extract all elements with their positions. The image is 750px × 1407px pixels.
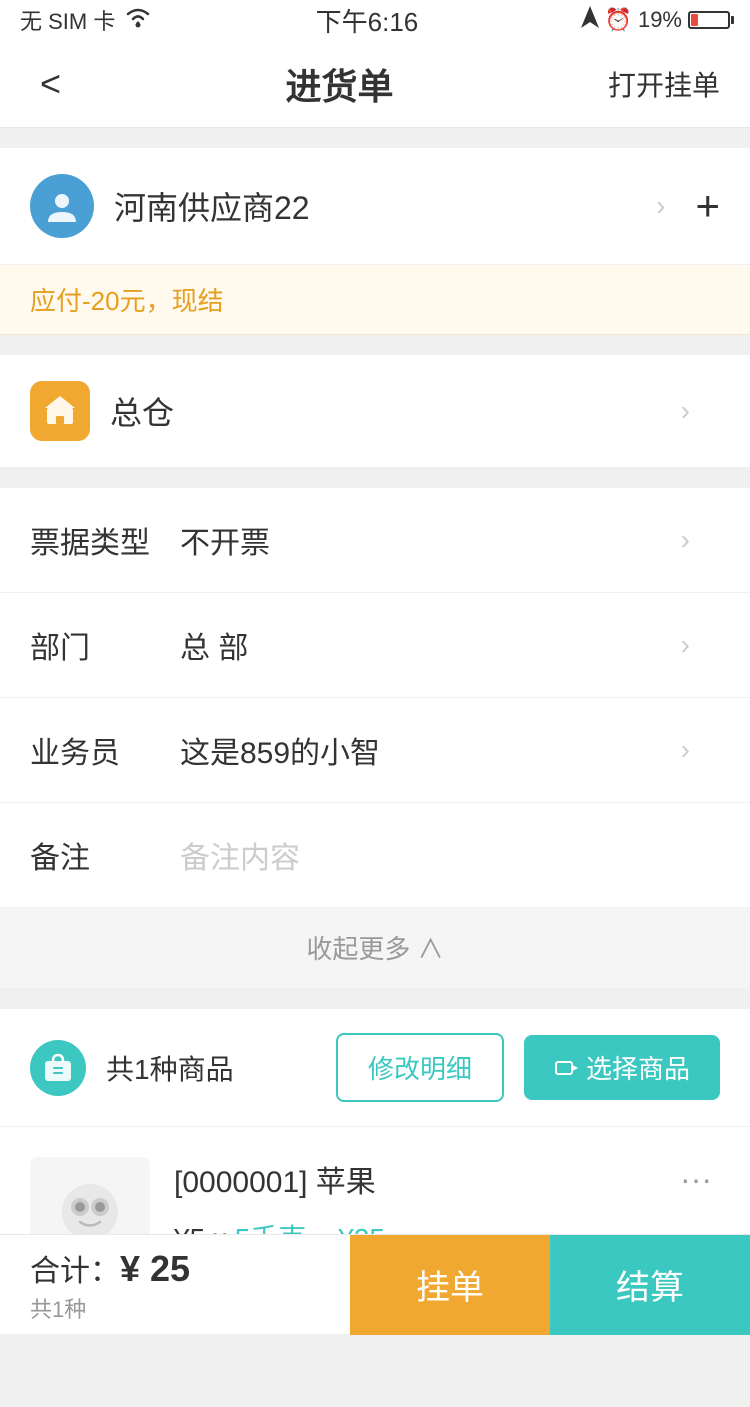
warehouse-icon bbox=[30, 381, 90, 441]
invoice-chevron-icon: › bbox=[681, 524, 690, 556]
bottom-bar: 合计：¥ 25 共1种 挂单 结算 bbox=[0, 1234, 750, 1334]
products-header: 共1种商品 修改明细 选择商品 bbox=[0, 1008, 750, 1126]
invoice-row[interactable]: 票据类型 不开票 › bbox=[0, 487, 750, 592]
salesman-chevron-icon: › bbox=[681, 734, 690, 766]
edit-detail-button[interactable]: 修改明细 bbox=[336, 1033, 504, 1102]
form-section: 票据类型 不开票 › 部门 总 部 › 业务员 这是859的小智 › 备注 备注… bbox=[0, 487, 750, 907]
warehouse-chevron-icon: › bbox=[681, 395, 690, 427]
products-icon bbox=[30, 1040, 86, 1096]
status-right: ⏰ 19% bbox=[581, 6, 730, 34]
section-divider-1 bbox=[0, 128, 750, 148]
supplier-chevron-icon: › bbox=[656, 190, 665, 222]
product-name: [0000001] 苹果 bbox=[174, 1157, 648, 1201]
warehouse-row[interactable]: 总仓 › bbox=[0, 355, 750, 467]
product-id: [0000001] bbox=[174, 1166, 316, 1199]
department-chevron-icon: › bbox=[681, 629, 690, 661]
section-divider-4 bbox=[0, 988, 750, 1008]
hang-button[interactable]: 挂单 bbox=[350, 1235, 550, 1335]
invoice-value: 不开票 bbox=[180, 518, 681, 562]
checkout-button[interactable]: 结算 bbox=[550, 1235, 750, 1335]
supplier-section: 河南供应商22 › + 应付-20元，现结 bbox=[0, 148, 750, 335]
add-button[interactable]: + bbox=[695, 185, 720, 227]
status-carrier: 无 SIM 卡 bbox=[20, 4, 153, 36]
supplier-row[interactable]: 河南供应商22 › + bbox=[0, 148, 750, 265]
carrier-text: 无 SIM 卡 bbox=[20, 4, 115, 36]
collapse-label: 收起更多 ∧ bbox=[306, 929, 443, 966]
product-title: 苹果 bbox=[316, 1166, 376, 1199]
status-time: 下午6:16 bbox=[316, 2, 419, 39]
salesman-label: 业务员 bbox=[30, 728, 180, 772]
total-label: 合计： bbox=[30, 1255, 120, 1288]
back-button[interactable]: < bbox=[30, 53, 71, 115]
page-title: 进货单 bbox=[286, 58, 394, 110]
alert-banner: 应付-20元，现结 bbox=[0, 265, 750, 335]
section-divider-3 bbox=[0, 467, 750, 487]
collapse-row[interactable]: 收起更多 ∧ bbox=[0, 907, 750, 988]
total-main: 合计：¥ 25 bbox=[30, 1246, 320, 1290]
warehouse-section: 总仓 › bbox=[0, 355, 750, 467]
remark-label: 备注 bbox=[30, 833, 180, 877]
more-options-button[interactable]: ··· bbox=[672, 1157, 720, 1202]
alarm-icon: ⏰ bbox=[605, 7, 632, 33]
total-amount: ¥ 25 bbox=[120, 1248, 190, 1289]
product-count: 共1种商品 bbox=[106, 1048, 316, 1088]
supplier-avatar bbox=[30, 174, 94, 238]
total-info: 合计：¥ 25 共1种 bbox=[0, 1246, 350, 1324]
location-icon bbox=[581, 6, 599, 34]
salesman-value: 这是859的小智 bbox=[180, 728, 681, 772]
department-value: 总 部 bbox=[180, 623, 681, 667]
select-product-button[interactable]: 选择商品 bbox=[524, 1035, 720, 1100]
supplier-name: 河南供应商22 bbox=[114, 183, 656, 229]
wifi-icon bbox=[123, 6, 153, 34]
section-divider-2 bbox=[0, 335, 750, 355]
salesman-row[interactable]: 业务员 这是859的小智 › bbox=[0, 697, 750, 802]
department-row[interactable]: 部门 总 部 › bbox=[0, 592, 750, 697]
nav-bar: < 进货单 打开挂单 bbox=[0, 40, 750, 128]
select-product-icon bbox=[554, 1056, 578, 1080]
remark-input[interactable]: 备注内容 bbox=[180, 833, 720, 877]
remark-row[interactable]: 备注 备注内容 bbox=[0, 802, 750, 907]
battery-icon bbox=[688, 11, 730, 29]
open-hang-button[interactable]: 打开挂单 bbox=[608, 64, 720, 104]
battery-percent: 19% bbox=[638, 7, 682, 33]
invoice-label: 票据类型 bbox=[30, 518, 180, 562]
status-bar: 无 SIM 卡 下午6:16 ⏰ 19% bbox=[0, 0, 750, 40]
total-sub: 共1种 bbox=[30, 1292, 320, 1324]
warehouse-name: 总仓 bbox=[110, 388, 681, 434]
department-label: 部门 bbox=[30, 623, 180, 667]
